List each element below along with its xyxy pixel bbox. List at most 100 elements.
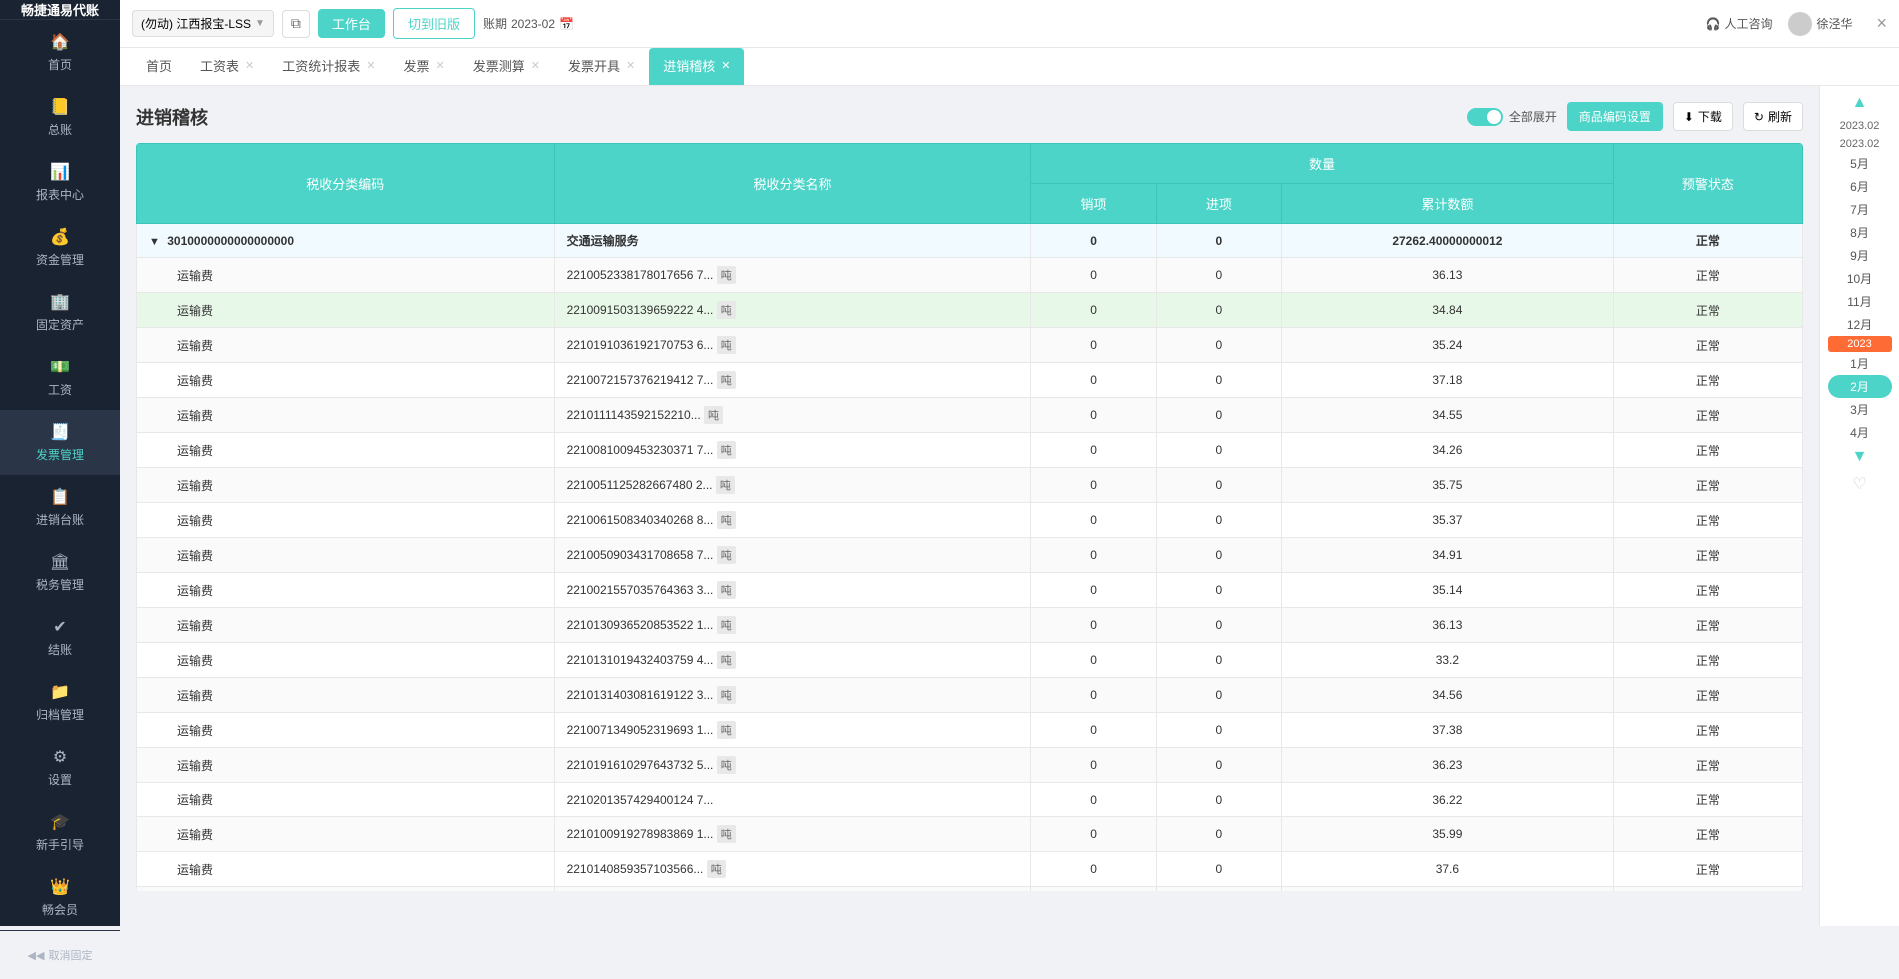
tab-close-sales-verify[interactable]: ✕ <box>721 59 730 72</box>
company-selector[interactable]: (勿动) 江西报宝-LSS ▼ <box>132 10 274 37</box>
item-sub-name: 运输费 <box>137 363 555 398</box>
month-item-11[interactable]: 11月 <box>1828 290 1892 313</box>
unpin-button[interactable]: ◀◀ 取消固定 <box>0 939 120 971</box>
item-status: 正常 <box>1613 748 1802 783</box>
table-row[interactable]: 运输费 2210051125282667480 2... 吨 0 0 35.75… <box>137 468 1803 503</box>
month-item-7[interactable]: 7月 <box>1828 198 1892 221</box>
sidebar-item-reports[interactable]: 📊 报表中心 <box>0 150 120 215</box>
tab-close-invoice-issue[interactable]: ✕ <box>626 59 635 72</box>
table-row[interactable]: 运输费 2210100919278983869 1... 吨 0 0 35.99… <box>137 817 1803 852</box>
sidebar-item-member[interactable]: 👑 畅会员 <box>0 865 120 930</box>
unit-tag: 吨 <box>716 476 735 494</box>
table-row[interactable]: 运输费 2210052338178017656 7... 吨 0 0 36.13… <box>137 258 1803 293</box>
item-status: 正常 <box>1613 643 1802 678</box>
sidebar-item-guide[interactable]: 🎓 新手引导 <box>0 800 120 865</box>
tab-invoice-issue[interactable]: 发票开具 ✕ <box>554 48 649 85</box>
item-status: 正常 <box>1613 468 1802 503</box>
tab-sales-verify[interactable]: 进销稽核 ✕ <box>649 48 744 85</box>
item-invoice-no: 2210131403081619122 3... 吨 <box>554 678 1031 713</box>
item-invoice-no: 2210131019432403759 4... 吨 <box>554 643 1031 678</box>
table-row[interactable]: 运输费 2210191036192170753 6... 吨 0 0 35.24… <box>137 328 1803 363</box>
item-cumulative: 35.37 <box>1281 503 1613 538</box>
table-row[interactable]: ▼ 3010000000000000000 交通运输服务 0 0 27262.4… <box>137 224 1803 258</box>
item-sub-name: 运输费 <box>137 852 555 887</box>
sidebar-item-checkout[interactable]: ✔ 结账 <box>0 605 120 670</box>
close-button[interactable]: × <box>1876 13 1887 34</box>
sidebar-item-archive[interactable]: 📁 归档管理 <box>0 670 120 735</box>
table-row[interactable]: 运输费 2210021557035764363 3... 吨 0 0 35.14… <box>137 573 1803 608</box>
product-code-button[interactable]: 商品编码设置 <box>1567 102 1663 131</box>
table-row[interactable]: 运输费 2210131403081619122 3... 吨 0 0 34.56… <box>137 678 1803 713</box>
table-row[interactable]: 运输费 2210050903431708658 7... 吨 0 0 34.91… <box>137 538 1803 573</box>
month-item-12[interactable]: 12月 <box>1828 313 1892 336</box>
table-row[interactable]: 运输费 2210131019432403759 4... 吨 0 0 33.2 … <box>137 643 1803 678</box>
month-item-1[interactable]: 1月 <box>1828 352 1892 375</box>
sidebar-item-settings[interactable]: ⚙ 设置 <box>0 735 120 800</box>
sidebar-item-salary[interactable]: 💵 工资 <box>0 345 120 410</box>
table-row[interactable]: 运输费 2210061508340340268 8... 吨 0 0 35.37… <box>137 503 1803 538</box>
tab-invoice[interactable]: 发票 ✕ <box>389 48 458 85</box>
user-avatar <box>1788 12 1812 36</box>
item-status: 正常 <box>1613 817 1802 852</box>
ledger-icon: 📒 <box>50 97 70 117</box>
tab-close-invoice[interactable]: ✕ <box>436 59 445 72</box>
month-item-3[interactable]: 3月 <box>1828 398 1892 421</box>
sidebar-item-home[interactable]: 🏠 首页 <box>0 20 120 85</box>
scroll-up-button[interactable]: ▲ <box>1848 90 1872 116</box>
table-row[interactable]: 运输费 2210091503139659222 4... 吨 0 0 34.84… <box>137 293 1803 328</box>
sidebar-item-sales[interactable]: 📋 进销台账 <box>0 475 120 540</box>
table-row[interactable]: 运输费 2210130936520853522 1... 吨 0 0 36.13… <box>137 608 1803 643</box>
refresh-button[interactable]: ↻ 刷新 <box>1743 102 1803 131</box>
table-row[interactable]: 运输费 2210201357429400124 7... 0 0 36.22 正… <box>137 783 1803 817</box>
expand-icon[interactable]: ▼ <box>149 236 160 248</box>
user-menu[interactable]: 徐泾华 <box>1788 12 1852 36</box>
support-link[interactable]: 🎧 人工咨询 <box>1706 15 1773 32</box>
month-item-10[interactable]: 10月 <box>1828 267 1892 290</box>
sidebar-item-finance[interactable]: 💰 资金管理 <box>0 215 120 280</box>
invoice-icon: 🧾 <box>50 422 70 442</box>
month-item-5[interactable]: 5月 <box>1828 152 1892 175</box>
item-purchase: 0 <box>1156 293 1281 328</box>
table-row[interactable]: 运输费 2210140859357103566... 吨 0 0 37.6 正常 <box>137 852 1803 887</box>
tab-invoice-calc[interactable]: 发票测算 ✕ <box>459 48 554 85</box>
tab-close-salary[interactable]: ✕ <box>245 59 254 72</box>
item-cumulative: 34.84 <box>1281 293 1613 328</box>
table-row[interactable]: 运输费 2210111143592152210... 吨 0 0 34.55 正… <box>137 398 1803 433</box>
tab-salary-report[interactable]: 工资统计报表 ✕ <box>268 48 389 85</box>
tab-close-salary-report[interactable]: ✕ <box>366 59 375 72</box>
month-item-4[interactable]: 4月 <box>1828 421 1892 444</box>
workbench-button[interactable]: 工作台 <box>318 9 385 38</box>
page-area: 进销稽核 全部展开 商品编码设置 ⬇ 下载 ↻ 刷新 <box>120 86 1819 926</box>
table-row[interactable]: 运输费 2210081009453230371 7... 吨 0 0 34.26… <box>137 433 1803 468</box>
copy-button[interactable]: ⧉ <box>282 10 310 38</box>
toggle-switch[interactable] <box>1467 108 1503 126</box>
tab-home[interactable]: 首页 <box>132 48 186 85</box>
month-item-2-active[interactable]: 2月 <box>1828 375 1892 398</box>
item-purchase: 0 <box>1156 258 1281 293</box>
download-button[interactable]: ⬇ 下载 <box>1673 102 1733 131</box>
item-sale: 0 <box>1031 573 1156 608</box>
item-purchase: 0 <box>1156 398 1281 433</box>
sidebar-item-assets[interactable]: 🏢 固定资产 <box>0 280 120 345</box>
main-area: (勿动) 江西报宝-LSS ▼ ⧉ 工作台 切到旧版 账期 2023-02 📅 … <box>120 0 1899 926</box>
tab-close-invoice-calc[interactable]: ✕ <box>531 59 540 72</box>
table-row[interactable]: 运输费 2210141912541014340 2... 吨 0 0 34.94… <box>137 887 1803 892</box>
table-row[interactable]: 运输费 2210072157376219412 7... 吨 0 0 37.18… <box>137 363 1803 398</box>
scroll-down-button[interactable]: ▼ <box>1848 444 1872 470</box>
salary-icon: 💵 <box>50 357 70 377</box>
item-cumulative: 35.99 <box>1281 817 1613 852</box>
unit-tag: 吨 <box>717 336 736 354</box>
item-sub-name: 运输费 <box>137 468 555 503</box>
expand-toggle[interactable]: 全部展开 <box>1467 108 1557 126</box>
switch-version-button[interactable]: 切到旧版 <box>393 8 475 39</box>
month-item-6[interactable]: 6月 <box>1828 175 1892 198</box>
month-item-8[interactable]: 8月 <box>1828 221 1892 244</box>
sidebar-item-invoice[interactable]: 🧾 发票管理 <box>0 410 120 475</box>
month-item-9[interactable]: 9月 <box>1828 244 1892 267</box>
sidebar-item-tax[interactable]: 🏛 税务管理 <box>0 540 120 605</box>
sidebar-item-ledger[interactable]: 📒 总账 <box>0 85 120 150</box>
tab-salary-sheet[interactable]: 工资表 ✕ <box>186 48 268 85</box>
item-purchase: 0 <box>1156 887 1281 892</box>
table-row[interactable]: 运输费 2210071349052319693 1... 吨 0 0 37.38… <box>137 713 1803 748</box>
table-row[interactable]: 运输费 2210191610297643732 5... 吨 0 0 36.23… <box>137 748 1803 783</box>
